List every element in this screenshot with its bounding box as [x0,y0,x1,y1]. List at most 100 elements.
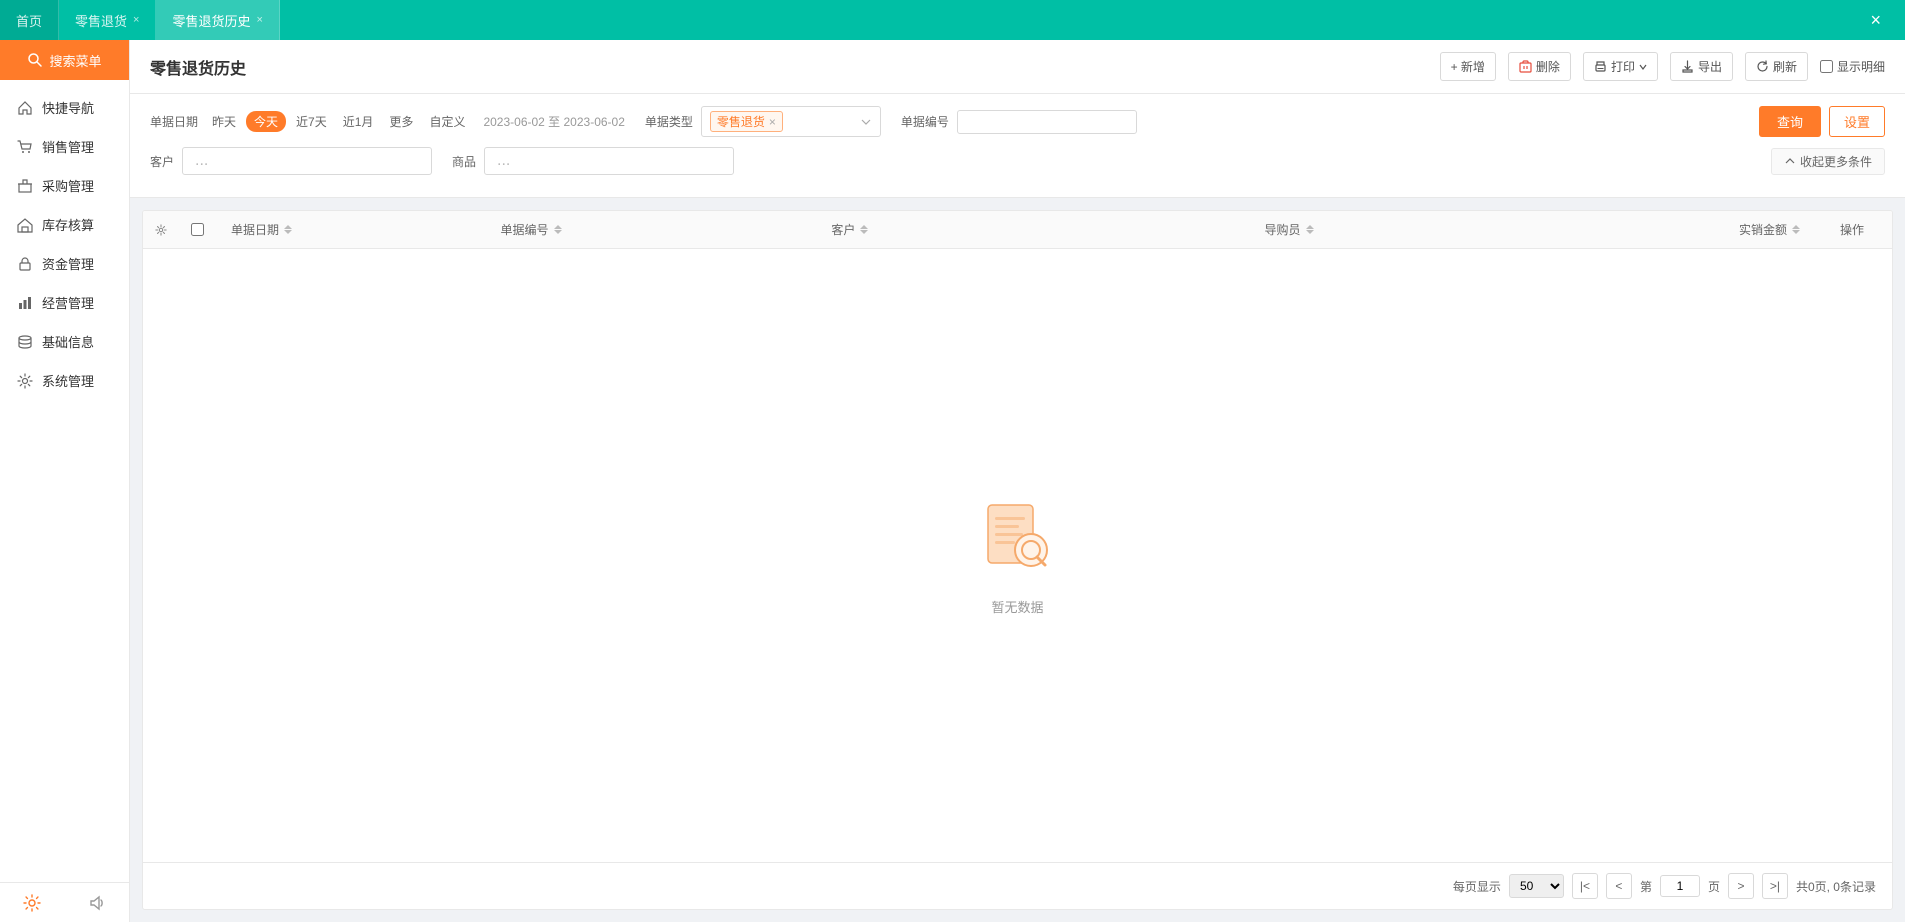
settings-icon [23,894,41,912]
sidebar-item-inventory-label: 库存核算 [42,215,94,234]
date-btn-today[interactable]: 今天 [246,111,286,132]
sidebar-item-inventory[interactable]: 库存核算 [0,205,129,244]
setting-button[interactable]: 设置 [1829,106,1885,137]
top-tabs: 首页 零售退货 × 零售退货历史 × [0,0,1858,40]
th-op: 操作 [1812,211,1892,248]
filter-doc-type-tag-close[interactable]: × [769,115,776,129]
export-button[interactable]: 导出 [1670,52,1733,81]
sidebar-item-sys-mgmt-label: 系统管理 [42,371,94,390]
top-bar-right: × [1858,10,1905,31]
tab-retail-return[interactable]: 零售退货 × [59,0,156,40]
page-unit: 页 [1708,878,1720,895]
box-icon [16,177,34,195]
sidebar-search-button[interactable]: 搜索菜单 [0,40,129,80]
sidebar-nav: 快捷导航 销售管理 [0,80,129,882]
page-title: 零售退货历史 [150,55,246,91]
th-no[interactable]: 单据编号 [489,211,820,248]
tab-home[interactable]: 首页 [0,0,59,40]
th-amount[interactable]: 实销金额 [1583,211,1812,248]
export-icon [1681,60,1694,73]
th-customer-sort [860,225,868,234]
collapse-button[interactable]: 收起更多条件 [1771,148,1885,175]
refresh-label: 刷新 [1773,58,1797,75]
per-page-select[interactable]: 20 50 100 [1509,874,1564,898]
print-label: 打印 [1611,58,1635,75]
query-button[interactable]: 查询 [1759,106,1821,137]
new-button[interactable]: + 新增 [1440,52,1496,81]
print-button[interactable]: 打印 [1583,52,1658,81]
sidebar-bottom [0,882,129,922]
tab-retail-return-history[interactable]: 零售退货历史 × [156,0,279,40]
sidebar-settings-btn[interactable] [0,883,65,922]
th-setting[interactable] [143,213,179,247]
page-actions: + 新增 删除 打印 [1440,52,1885,93]
delete-label: 删除 [1536,58,1560,75]
delete-button[interactable]: 删除 [1508,52,1571,81]
sidebar-search-label: 搜索菜单 [49,51,101,70]
date-btn-1month[interactable]: 近1月 [337,111,380,132]
db-icon [16,333,34,351]
sidebar-item-quick-nav-label: 快捷导航 [42,98,94,117]
date-btn-7days[interactable]: 近7天 [290,111,333,132]
sidebar-volume-btn[interactable] [65,883,130,922]
refresh-icon [1756,60,1769,73]
th-customer-label: 客户 [831,221,855,238]
page-first-btn[interactable]: |< [1572,873,1598,899]
lock-icon [16,255,34,273]
sidebar-item-purchase-mgmt[interactable]: 采购管理 [0,166,129,205]
select-all-checkbox[interactable] [191,223,204,236]
filter-customer-select[interactable]: ... [182,147,432,175]
th-amount-label: 实销金额 [1739,221,1787,238]
filter-product-select[interactable]: ... [484,147,734,175]
filter-area: 单据日期 昨天 今天 近7天 近1月 更多 自定义 2023-06-02 至 2… [130,94,1905,198]
collapse-label: 收起更多条件 [1800,153,1872,170]
date-range-display: 2023-06-02 至 2023-06-02 [483,113,624,130]
th-checkbox[interactable] [179,213,219,246]
tab-retail-return-close[interactable]: × [133,14,139,26]
page-last-btn[interactable]: >| [1762,873,1788,899]
sidebar-item-quick-nav[interactable]: 快捷导航 [0,88,129,127]
filter-row-1: 单据日期 昨天 今天 近7天 近1月 更多 自定义 2023-06-02 至 2… [150,106,1885,137]
sidebar-item-sales-mgmt[interactable]: 销售管理 [0,127,129,166]
filter-doc-type-select[interactable]: 零售退货 × [701,106,881,137]
sidebar-item-base-info[interactable]: 基础信息 [0,322,129,361]
sidebar-item-sys-mgmt[interactable]: 系统管理 [0,361,129,400]
pagination: 每页显示 20 50 100 |< < 第 页 > >| 共0页, 0条记录 [143,862,1892,909]
empty-icon [973,495,1063,585]
th-date[interactable]: 单据日期 [219,211,489,248]
filter-doc-type-tag: 零售退货 × [710,111,783,132]
main-layout: 搜索菜单 快捷导航 销售管理 [0,40,1905,922]
refresh-button[interactable]: 刷新 [1745,52,1808,81]
filter-row-2: 客户 ... 商品 ... 收起更多条件 [150,147,1885,175]
date-btns: 昨天 今天 近7天 近1月 更多 自定义 [206,111,471,132]
sidebar-item-biz-mgmt[interactable]: 经营管理 [0,283,129,322]
show-detail-checkbox[interactable] [1820,60,1833,73]
page-input[interactable] [1660,875,1700,897]
th-guide[interactable]: 导购员 [1253,211,1584,248]
tab-retail-return-label: 零售退货 [75,11,127,30]
th-guide-label: 导购员 [1265,221,1301,238]
date-btn-yesterday[interactable]: 昨天 [206,111,242,132]
filter-doc-type-dropdown-icon [860,116,872,128]
filter-customer-label: 客户 [150,153,174,170]
chart-icon [16,294,34,312]
tab-retail-return-history-label: 零售退货历史 [172,11,250,30]
filter-doc-no-input[interactable] [957,110,1137,134]
search-icon [27,52,43,68]
date-btn-custom[interactable]: 自定义 [423,111,471,132]
sidebar-item-biz-mgmt-label: 经营管理 [42,293,94,312]
filter-customer-item: 客户 ... [150,147,432,175]
date-btn-more[interactable]: 更多 [383,111,419,132]
page-next-btn[interactable]: > [1728,873,1754,899]
th-customer[interactable]: 客户 [819,211,1252,248]
window-close-button[interactable]: × [1858,10,1893,30]
content-area: 零售退货历史 + 新增 删除 [130,40,1905,922]
page-prev-btn[interactable]: < [1606,873,1632,899]
filter-doc-no-label: 单据编号 [901,113,949,130]
tab-retail-return-history-close[interactable]: × [256,14,262,26]
volume-icon [88,894,106,912]
filter-doc-type-tag-label: 零售退货 [717,113,765,130]
sidebar-item-sales-mgmt-label: 销售管理 [42,137,94,156]
sidebar-item-finance[interactable]: 资金管理 [0,244,129,283]
table-setting-icon [155,223,167,237]
